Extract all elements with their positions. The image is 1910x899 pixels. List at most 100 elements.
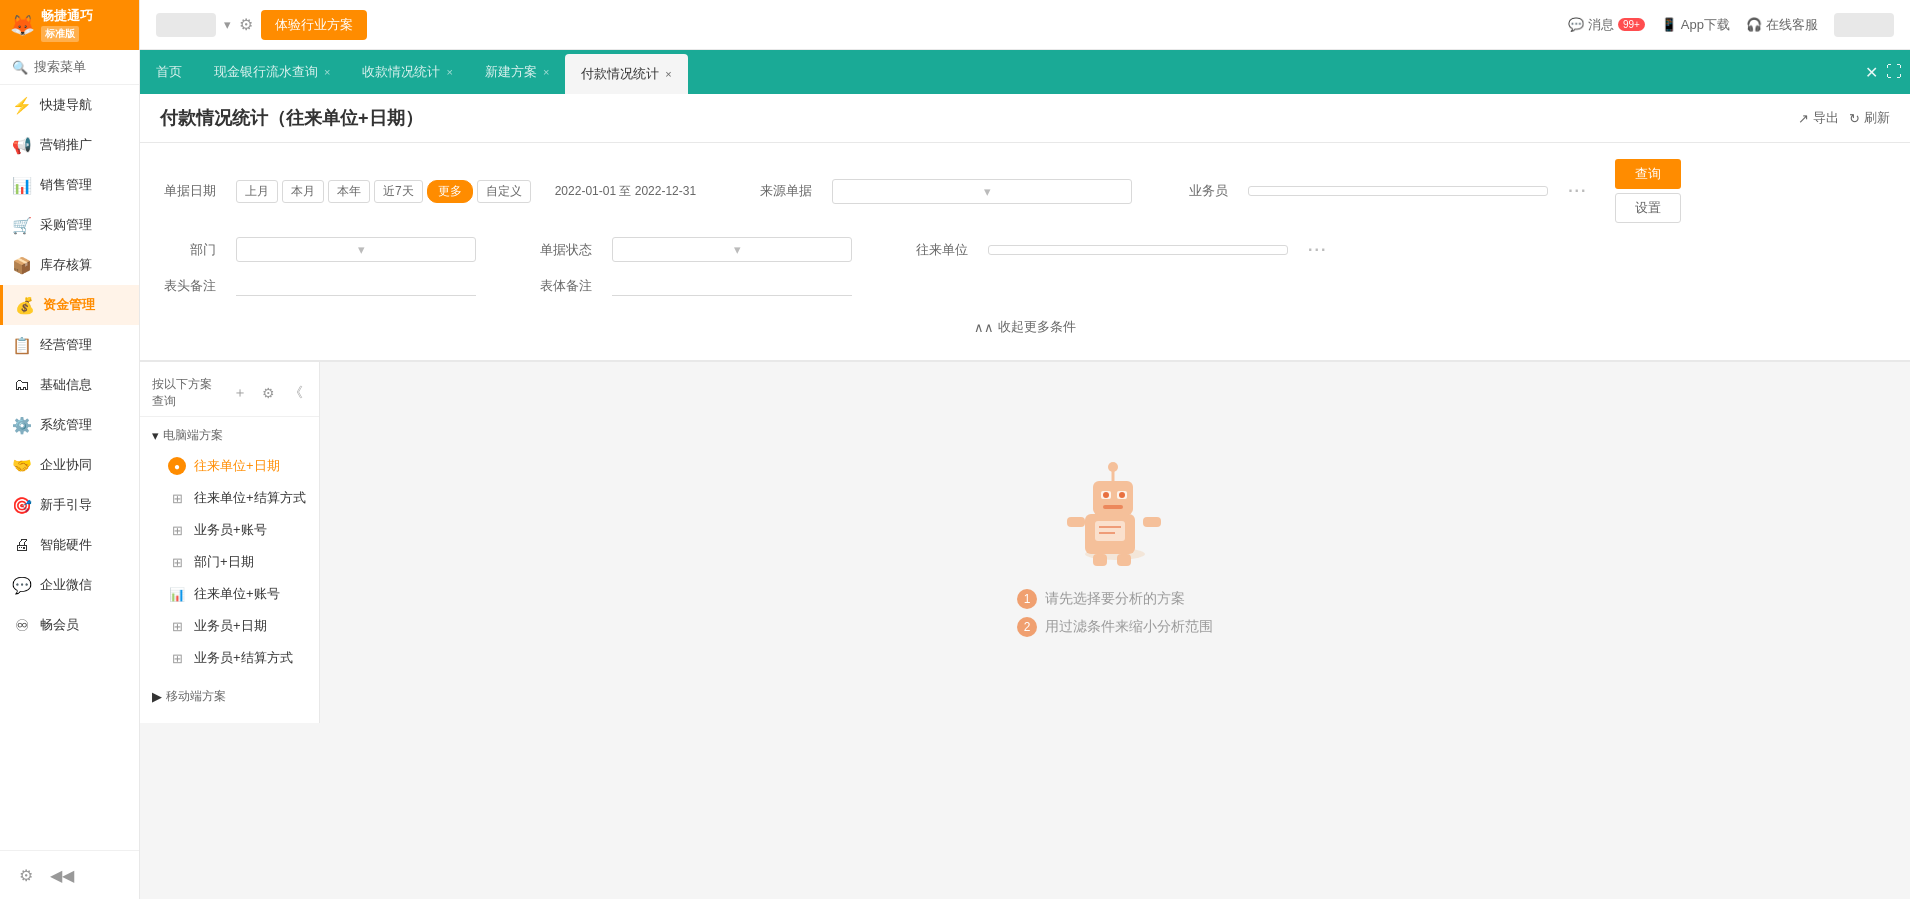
svg-rect-11 [1143, 517, 1161, 527]
scheme-settings-icon[interactable]: ⚙ [257, 382, 279, 404]
related-unit-dots[interactable]: ··· [1308, 241, 1327, 259]
query-button[interactable]: 查询 [1615, 159, 1681, 189]
messages-badge: 99+ [1618, 18, 1645, 31]
search-menu[interactable]: 🔍 搜索菜单 [0, 50, 139, 85]
tab-bank-flow-close[interactable]: × [324, 66, 330, 78]
sidebar-item-label: 采购管理 [40, 216, 92, 234]
main-content: ▾ ⚙ 体验行业方案 💬 消息 99+ 📱 App下载 🎧 在线客服 首页 [140, 0, 1910, 899]
refresh-icon: ↻ [1849, 111, 1860, 126]
empty-tips: 1 请先选择要分析的方案 2 用过滤条件来缩小分析范围 [1017, 589, 1213, 637]
scheme-item-unit-account[interactable]: 📊 往来单位+账号 [140, 578, 319, 610]
settings-button[interactable]: 设置 [1615, 193, 1681, 223]
header-dropdown-arrow[interactable]: ▾ [224, 17, 231, 32]
scheme-item-salesperson-account[interactable]: ⊞ 业务员+账号 [140, 514, 319, 546]
sidebar-item-basic-info[interactable]: 🗂 基础信息 [0, 365, 139, 405]
header-remark-input[interactable] [236, 276, 476, 296]
hardware-icon: 🖨 [12, 535, 32, 555]
tip-1-text: 请先选择要分析的方案 [1045, 590, 1185, 608]
sidebar-item-inventory[interactable]: 📦 库存核算 [0, 245, 139, 285]
sidebar-item-purchase[interactable]: 🛒 采购管理 [0, 205, 139, 245]
salesperson-dots[interactable]: ··· [1568, 182, 1587, 200]
scheme-item-unit-date-label: 往来单位+日期 [194, 457, 280, 475]
sidebar-item-capital[interactable]: 💰 资金管理 [0, 285, 139, 325]
add-scheme-button[interactable]: ＋ [229, 382, 251, 404]
svg-rect-12 [1093, 554, 1107, 566]
sidebar-item-label: 系统管理 [40, 416, 92, 434]
sidebar-item-vip[interactable]: ♾ 畅会员 [0, 605, 139, 645]
this-year-btn[interactable]: 本年 [328, 180, 370, 203]
app-download-action[interactable]: 📱 App下载 [1661, 16, 1730, 34]
svg-point-6 [1119, 492, 1125, 498]
custom-btn[interactable]: 自定义 [477, 180, 531, 203]
tab-payment-stats[interactable]: 付款情况统计 × [565, 54, 687, 94]
unit-settlement-icon: ⊞ [168, 489, 186, 507]
body-remark-input[interactable] [612, 276, 852, 296]
sidebar-item-hardware[interactable]: 🖨 智能硬件 [0, 525, 139, 565]
export-button[interactable]: ↗ 导出 [1798, 109, 1839, 127]
tab-payment-stats-close[interactable]: × [665, 68, 671, 80]
user-avatar[interactable] [1834, 13, 1894, 37]
tab-receipt-stats[interactable]: 收款情况统计 × [346, 50, 468, 94]
system-icon: ⚙️ [12, 415, 32, 435]
scheme-item-unit-account-label: 往来单位+账号 [194, 585, 280, 603]
sidebar-collapse-icon[interactable]: ◀◀ [48, 861, 76, 889]
sidebar-item-quick-nav[interactable]: ⚡ 快捷导航 [0, 85, 139, 125]
scheme-group-mobile-header[interactable]: ▶ 移动端方案 [140, 682, 319, 711]
empty-tip-1: 1 请先选择要分析的方案 [1017, 589, 1213, 609]
refresh-button[interactable]: ↻ 刷新 [1849, 109, 1890, 127]
more-btn[interactable]: 更多 [427, 180, 473, 203]
tab-new-plan-label: 新建方案 [485, 63, 537, 81]
expand-icon[interactable]: ⛶ [1886, 63, 1902, 81]
related-unit-select[interactable] [988, 245, 1288, 255]
scheme-item-unit-settlement-label: 往来单位+结算方式 [194, 489, 306, 507]
this-month-btn[interactable]: 本月 [282, 180, 324, 203]
last-7-days-btn[interactable]: 近7天 [374, 180, 423, 203]
company-name-placeholder [156, 13, 216, 37]
inventory-icon: 📦 [12, 255, 32, 275]
scheme-item-unit-settlement[interactable]: ⊞ 往来单位+结算方式 [140, 482, 319, 514]
unit-account-icon: 📊 [168, 585, 186, 603]
scheme-item-salesperson-settlement[interactable]: ⊞ 业务员+结算方式 [140, 642, 319, 674]
settings-gear-icon[interactable]: ⚙ [12, 861, 40, 889]
last-month-btn[interactable]: 上月 [236, 180, 278, 203]
svg-rect-14 [1095, 521, 1125, 541]
sidebar-item-marketing[interactable]: 📢 营销推广 [0, 125, 139, 165]
sidebar-item-system[interactable]: ⚙️ 系统管理 [0, 405, 139, 445]
sidebar-item-guide[interactable]: 🎯 新手引导 [0, 485, 139, 525]
tab-receipt-stats-close[interactable]: × [446, 66, 452, 78]
sidebar-item-label: 库存核算 [40, 256, 92, 274]
scheme-group-desktop-header[interactable]: ▾ 电脑端方案 [140, 421, 319, 450]
scheme-item-dept-date[interactable]: ⊞ 部门+日期 [140, 546, 319, 578]
dept-select[interactable]: ▾ [236, 237, 476, 262]
export-label: 导出 [1813, 109, 1839, 127]
business-icon: 📋 [12, 335, 32, 355]
tab-new-plan-close[interactable]: × [543, 66, 549, 78]
trial-button[interactable]: 体验行业方案 [261, 10, 367, 40]
header-gear-icon[interactable]: ⚙ [239, 15, 253, 34]
tab-receipt-stats-label: 收款情况统计 [362, 63, 440, 81]
logo-text: 畅捷通巧 [41, 8, 93, 24]
messages-action[interactable]: 💬 消息 99+ [1568, 16, 1645, 34]
collapse-button[interactable]: ∧∧ 收起更多条件 [974, 318, 1076, 336]
header-left: ▾ ⚙ 体验行业方案 [156, 10, 367, 40]
page-title: 付款情况统计（往来单位+日期） [160, 106, 423, 130]
sidebar-item-wechat[interactable]: 💬 企业微信 [0, 565, 139, 605]
doc-status-arrow: ▾ [734, 242, 843, 257]
basic-info-icon: 🗂 [12, 375, 32, 395]
sidebar-item-business[interactable]: 📋 经营管理 [0, 325, 139, 365]
salesperson-select[interactable] [1248, 186, 1548, 196]
collapse-scheme-icon[interactable]: 《 [285, 382, 307, 404]
tab-new-plan[interactable]: 新建方案 × [469, 50, 565, 94]
sidebar-item-enterprise[interactable]: 🤝 企业协同 [0, 445, 139, 485]
app-download-label: App下载 [1681, 16, 1730, 34]
scheme-item-unit-date[interactable]: ● 往来单位+日期 [140, 450, 319, 482]
tab-home[interactable]: 首页 [140, 50, 198, 94]
tab-bank-flow[interactable]: 现金银行流水查询 × [198, 50, 346, 94]
sidebar-item-sales[interactable]: 📊 销售管理 [0, 165, 139, 205]
sidebar: 🦊 畅捷通巧 标准版 🔍 搜索菜单 ⚡ 快捷导航 📢 营销推广 📊 销售管理 🛒… [0, 0, 140, 899]
online-service-action[interactable]: 🎧 在线客服 [1746, 16, 1818, 34]
doc-status-select[interactable]: ▾ [612, 237, 852, 262]
close-all-tabs-icon[interactable]: ✕ [1865, 63, 1878, 82]
source-doc-select[interactable]: ▾ [832, 179, 1132, 204]
scheme-item-salesperson-date[interactable]: ⊞ 业务员+日期 [140, 610, 319, 642]
